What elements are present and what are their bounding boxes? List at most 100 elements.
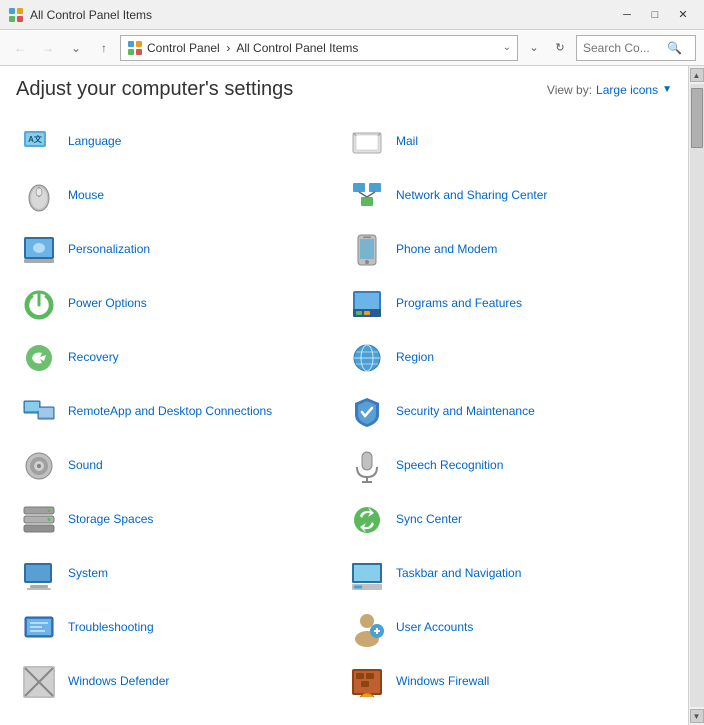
item-label-recovery: Recovery [68, 350, 119, 366]
title-bar: All Control Panel Items ─ □ ✕ [0, 0, 704, 30]
item-troubleshoot[interactable]: Troubleshooting [16, 601, 344, 655]
search-input[interactable] [583, 41, 663, 55]
firewall-icon [348, 663, 386, 701]
search-icon: 🔍 [667, 41, 682, 55]
item-security[interactable]: Security and Maintenance [344, 385, 672, 439]
programs-icon [348, 285, 386, 323]
item-language[interactable]: A文 Language [16, 115, 344, 169]
maximize-button[interactable]: □ [642, 4, 668, 26]
item-personalization[interactable]: Personalization [16, 223, 344, 277]
recovery-icon [20, 339, 58, 377]
breadcrumb: Control Panel › All Control Panel Items [147, 41, 499, 55]
item-workfolders[interactable]: Work Folders [344, 709, 672, 725]
address-input[interactable]: Control Panel › All Control Panel Items … [120, 35, 518, 61]
item-label-remoteapp: RemoteApp and Desktop Connections [68, 404, 272, 420]
item-label-system: System [68, 566, 108, 582]
item-label-firewall: Windows Firewall [396, 674, 489, 690]
item-firewall[interactable]: Windows Firewall [344, 655, 672, 709]
troubleshoot-icon [20, 609, 58, 647]
page-title: Adjust your computer's settings [16, 78, 293, 101]
up-button[interactable]: ↑ [92, 36, 116, 60]
items-grid: A文 Language Mail Mouse Network and Shari… [16, 115, 672, 725]
power-icon [20, 285, 58, 323]
mail-icon [348, 123, 386, 161]
item-programs[interactable]: Programs and Features [344, 277, 672, 331]
item-label-taskbar: Taskbar and Navigation [396, 566, 521, 582]
scroll-thumb[interactable] [691, 88, 703, 148]
security-icon [348, 393, 386, 431]
view-by: View by: Large icons ▼ [547, 83, 672, 97]
item-defender[interactable]: Windows Defender [16, 655, 344, 709]
view-by-value[interactable]: Large icons [596, 83, 658, 97]
mobility-icon [20, 717, 58, 725]
item-storage[interactable]: Storage Spaces [16, 493, 344, 547]
system-icon [20, 555, 58, 593]
back-button[interactable]: ← [8, 36, 32, 60]
view-by-label: View by: [547, 83, 592, 97]
sync-icon [348, 501, 386, 539]
item-taskbar[interactable]: Taskbar and Navigation [344, 547, 672, 601]
sound-icon [20, 447, 58, 485]
item-label-storage: Storage Spaces [68, 512, 153, 528]
scroll-up-button[interactable]: ▲ [690, 68, 704, 82]
item-power[interactable]: Power Options [16, 277, 344, 331]
useraccount-icon [348, 609, 386, 647]
item-mail[interactable]: Mail [344, 115, 672, 169]
taskbar-icon [348, 555, 386, 593]
scrollbar[interactable]: ▲ ▼ [688, 66, 704, 725]
search-box[interactable]: 🔍 [576, 35, 696, 61]
window-title: All Control Panel Items [30, 8, 152, 22]
item-remoteapp[interactable]: RemoteApp and Desktop Connections [16, 385, 344, 439]
storage-icon [20, 501, 58, 539]
forward-button[interactable]: → [36, 36, 60, 60]
content-area: Adjust your computer's settings View by:… [0, 66, 688, 725]
close-button[interactable]: ✕ [670, 4, 696, 26]
language-icon: A文 [20, 123, 58, 161]
main-area: Adjust your computer's settings View by:… [0, 66, 704, 725]
defender-icon [20, 663, 58, 701]
region-icon [348, 339, 386, 377]
workfolders-icon [348, 717, 386, 725]
item-phone-modem[interactable]: Phone and Modem [344, 223, 672, 277]
mouse-icon [20, 177, 58, 215]
item-label-network: Network and Sharing Center [396, 188, 547, 204]
item-label-speech: Speech Recognition [396, 458, 503, 474]
controlpanel-icon [127, 40, 143, 56]
speech-icon [348, 447, 386, 485]
item-label-power: Power Options [68, 296, 147, 312]
item-label-sound: Sound [68, 458, 103, 474]
item-mobility[interactable]: Windows Mobility Center [16, 709, 344, 725]
item-label-region: Region [396, 350, 434, 366]
item-label-sync: Sync Center [396, 512, 462, 528]
item-sound[interactable]: Sound [16, 439, 344, 493]
scroll-track [690, 84, 704, 707]
item-label-defender: Windows Defender [68, 674, 169, 690]
address-dropdown-button[interactable]: ⌄ [522, 35, 546, 61]
item-network[interactable]: Network and Sharing Center [344, 169, 672, 223]
item-region[interactable]: Region [344, 331, 672, 385]
item-useraccount[interactable]: User Accounts [344, 601, 672, 655]
phone-icon [348, 231, 386, 269]
item-mouse[interactable]: Mouse [16, 169, 344, 223]
minimize-button[interactable]: ─ [614, 4, 640, 26]
item-label-security: Security and Maintenance [396, 404, 535, 420]
view-by-arrow-icon[interactable]: ▼ [662, 84, 672, 95]
scroll-down-button[interactable]: ▼ [690, 709, 704, 723]
item-label-language: Language [68, 134, 121, 150]
item-speech[interactable]: Speech Recognition [344, 439, 672, 493]
item-label-troubleshoot: Troubleshooting [68, 620, 154, 636]
item-system[interactable]: System [16, 547, 344, 601]
address-bar: ← → ⌄ ↑ Control Panel › All Control Pane… [0, 30, 704, 66]
window-icon [8, 7, 24, 23]
item-sync[interactable]: Sync Center [344, 493, 672, 547]
item-label-mouse: Mouse [68, 188, 104, 204]
item-label-personalization: Personalization [68, 242, 150, 258]
item-label-useraccount: User Accounts [396, 620, 473, 636]
item-recovery[interactable]: Recovery [16, 331, 344, 385]
svg-text:A文: A文 [28, 134, 43, 144]
personalization-icon [20, 231, 58, 269]
item-label-mail: Mail [396, 134, 418, 150]
dropdown-button[interactable]: ⌄ [64, 36, 88, 60]
refresh-button[interactable]: ↻ [548, 35, 572, 61]
content-header: Adjust your computer's settings View by:… [16, 78, 672, 101]
